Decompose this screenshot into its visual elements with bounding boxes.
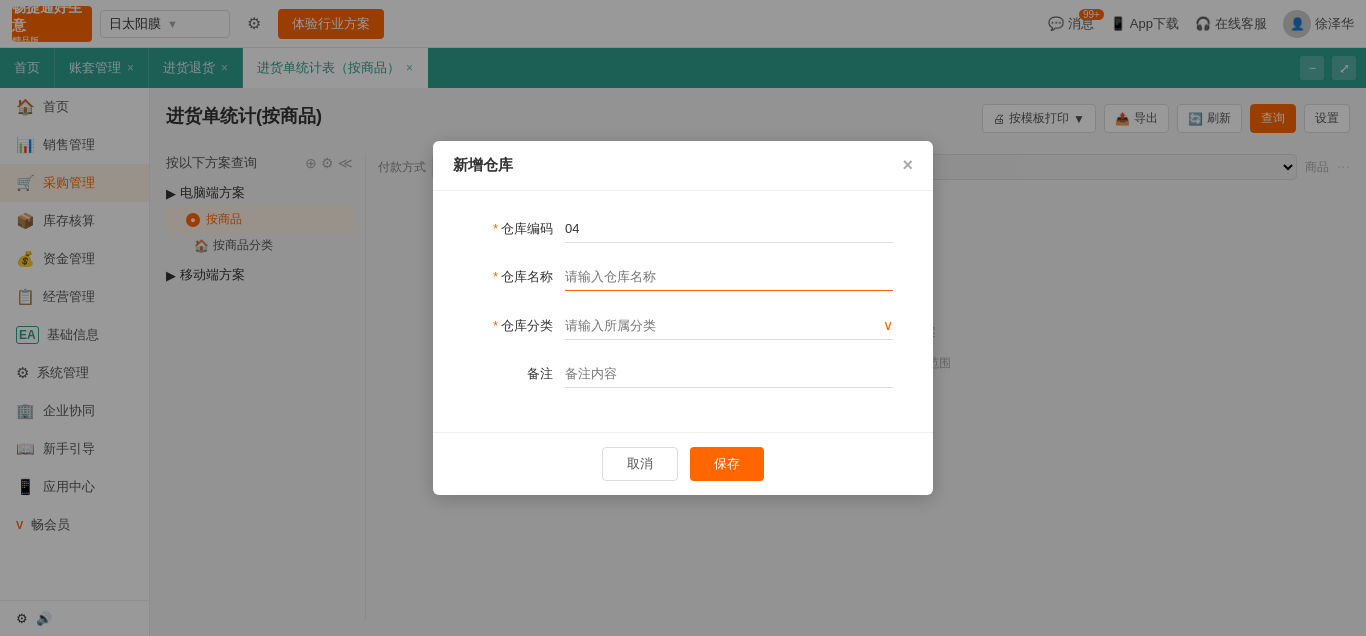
modal-header: 新增仓库 ×	[433, 141, 933, 191]
form-row-code: 仓库编码	[473, 215, 893, 243]
input-warehouse-name[interactable]	[565, 263, 893, 291]
label-warehouse-category: 仓库分类	[473, 317, 553, 335]
new-warehouse-modal: 新增仓库 × 仓库编码 仓库名称 仓库分类 ∨	[433, 141, 933, 495]
label-remark: 备注	[473, 365, 553, 383]
input-warehouse-code[interactable]	[565, 215, 893, 243]
input-remark[interactable]	[565, 360, 893, 388]
category-input[interactable]	[565, 318, 883, 333]
cancel-button[interactable]: 取消	[602, 447, 678, 481]
modal-body: 仓库编码 仓库名称 仓库分类 ∨ 备注	[433, 191, 933, 432]
save-button[interactable]: 保存	[690, 447, 764, 481]
select-warehouse-category[interactable]: ∨	[565, 311, 893, 340]
label-warehouse-name: 仓库名称	[473, 268, 553, 286]
modal-title: 新增仓库	[453, 156, 513, 175]
modal-footer: 取消 保存	[433, 432, 933, 495]
form-row-category: 仓库分类 ∨	[473, 311, 893, 340]
modal-overlay[interactable]: 新增仓库 × 仓库编码 仓库名称 仓库分类 ∨	[0, 0, 1366, 636]
form-row-name: 仓库名称	[473, 263, 893, 291]
category-dropdown-icon: ∨	[883, 317, 893, 333]
label-warehouse-code: 仓库编码	[473, 220, 553, 238]
form-row-remark: 备注	[473, 360, 893, 388]
modal-close-icon[interactable]: ×	[902, 155, 913, 176]
